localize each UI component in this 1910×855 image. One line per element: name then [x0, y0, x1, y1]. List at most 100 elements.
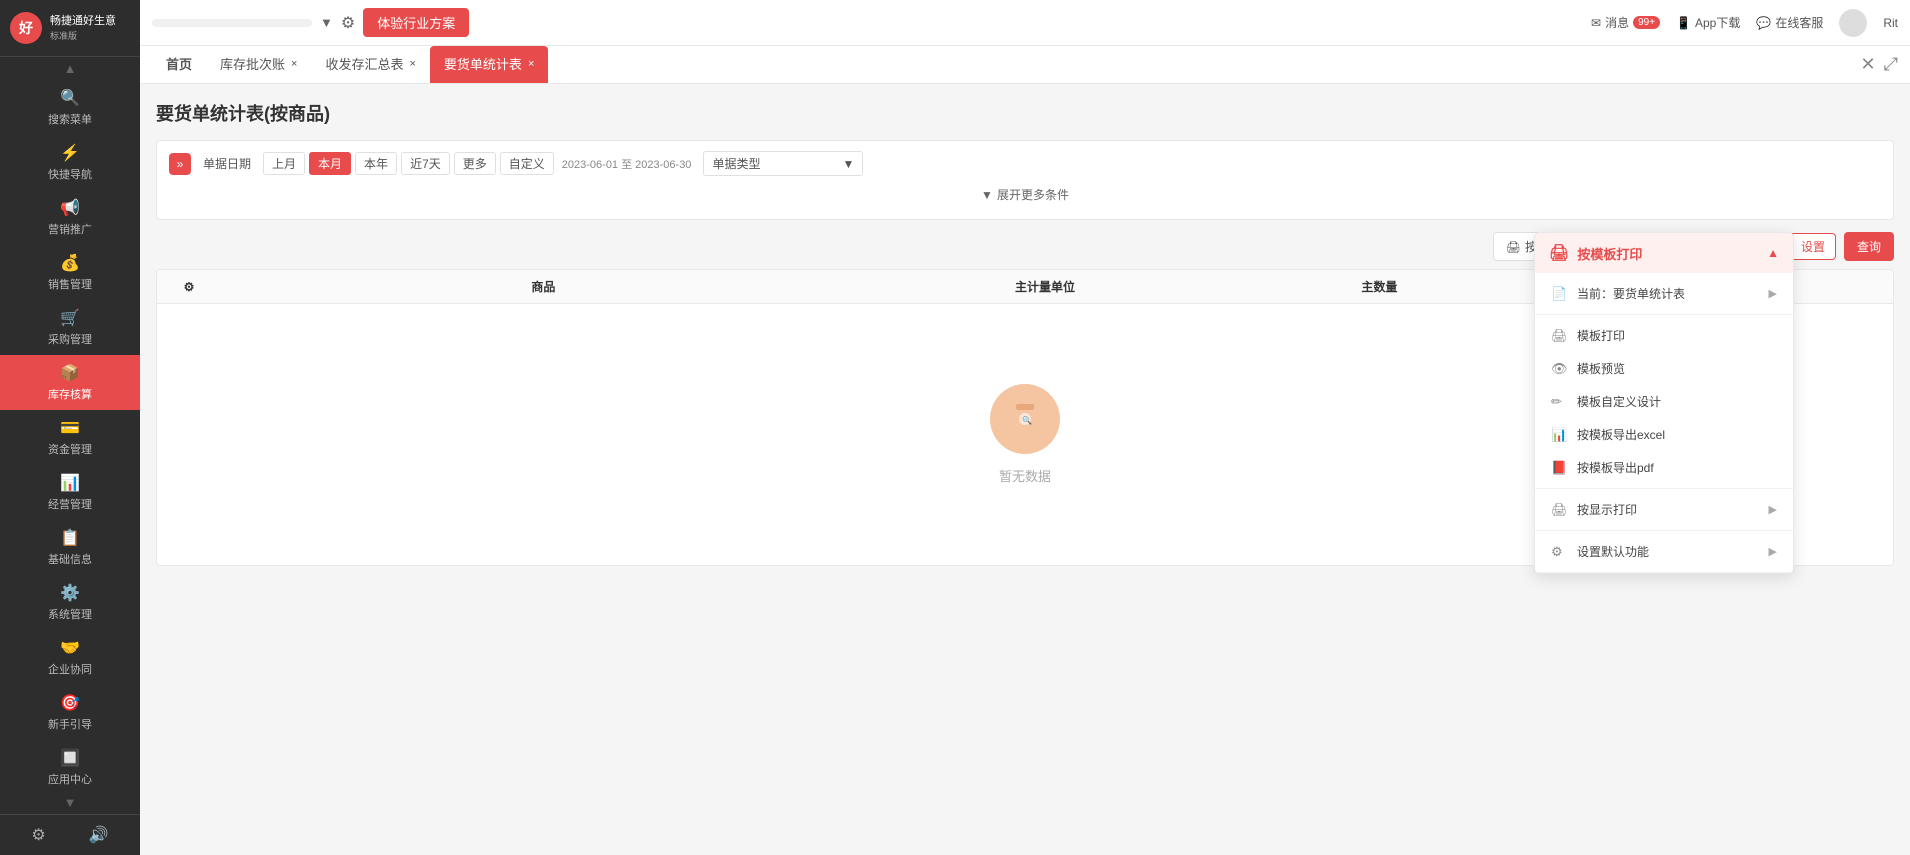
- expand-more-icon: ▼: [981, 188, 993, 202]
- sidebar-item-system[interactable]: ⚙️ 系统管理: [0, 575, 140, 630]
- dropdown-set-default[interactable]: ⚙ 设置默认功能 ▶: [1535, 535, 1793, 568]
- window-close-btn[interactable]: ✕: [1861, 54, 1876, 75]
- sidebar-item-guide[interactable]: 🎯 新手引导: [0, 685, 140, 740]
- date-btn-7days[interactable]: 近7天: [401, 152, 450, 175]
- tab-order-stats[interactable]: 要货单统计表 ×: [430, 46, 548, 83]
- topbar-search-box: [152, 19, 312, 27]
- online-service-button[interactable]: 💬 在线客服: [1756, 14, 1823, 31]
- empty-text: 暂无数据: [999, 466, 1051, 485]
- message-button[interactable]: ✉ 消息 99+: [1591, 14, 1660, 31]
- sidebar-item-label: 基础信息: [48, 551, 92, 567]
- dropdown-item-pdf[interactable]: 📕 按模板导出pdf: [1535, 451, 1793, 484]
- sidebar-item-purchase[interactable]: 🛒 采购管理: [0, 300, 140, 355]
- settings-footer-icon[interactable]: ⚙: [31, 825, 45, 845]
- dropdown-item-design-label: 模板自定义设计: [1577, 393, 1661, 410]
- table-header-unit: 主计量单位: [878, 278, 1212, 295]
- date-btn-custom[interactable]: 自定义: [500, 152, 554, 175]
- page-content: 要货单统计表(按商品) » 单据日期 上月 本月 本年 近7天 更多 自定义 2…: [140, 84, 1910, 855]
- display-print-left: 🖨 按显示打印: [1551, 501, 1637, 518]
- set-default-label: 设置默认功能: [1577, 543, 1649, 560]
- tab-home-label: 首页: [166, 54, 192, 73]
- dropdown-display-print[interactable]: 🖨 按显示打印 ▶: [1535, 493, 1793, 526]
- scroll-up-icon[interactable]: ▲: [0, 57, 140, 80]
- sidebar-item-label: 新手引导: [48, 716, 92, 732]
- template-preview-icon: 👁: [1551, 361, 1567, 377]
- system-icon: ⚙️: [60, 583, 80, 603]
- order-type-label: 单据类型: [712, 155, 760, 172]
- date-btn-this-month[interactable]: 本月: [309, 152, 351, 175]
- filter-row: » 单据日期 上月 本月 本年 近7天 更多 自定义 2023-06-01 至 …: [169, 151, 1881, 176]
- sales-icon: 💰: [60, 253, 80, 273]
- window-expand-btn[interactable]: ⤢: [1884, 54, 1898, 75]
- dropdown-current-item[interactable]: 📄 当前：要货单统计表 ▶: [1535, 277, 1793, 310]
- sidebar-item-appcenter[interactable]: 🔲 应用中心: [0, 740, 140, 791]
- dropdown-header[interactable]: 🖨 按模板打印 ▲: [1535, 233, 1793, 273]
- sidebar-item-quicknav[interactable]: ⚡ 快捷导航: [0, 135, 140, 190]
- dropdown-item-design[interactable]: ✏ 模板自定义设计: [1535, 385, 1793, 418]
- sidebar-item-marketing[interactable]: 📢 营销推广: [0, 190, 140, 245]
- app-badge: 标准版: [50, 29, 116, 42]
- dropdown-item-excel[interactable]: 📊 按模板导出excel: [1535, 418, 1793, 451]
- tab-bar: 首页 库存批次账 × 收发存汇总表 × 要货单统计表 × ✕ ⤢: [140, 46, 1910, 84]
- dropdown-current-section: 📄 当前：要货单统计表 ▶: [1535, 273, 1793, 315]
- template-print-icon: 🖨: [1551, 328, 1567, 344]
- topbar-gear-icon[interactable]: ⚙: [341, 13, 355, 33]
- filter-toggle-button[interactable]: »: [169, 153, 191, 175]
- topbar-dropdown-icon[interactable]: ▼: [320, 15, 333, 30]
- app-download-button[interactable]: 📱 App下载: [1676, 14, 1740, 31]
- marketing-icon: 📢: [60, 198, 80, 218]
- tab-inventory-batch-label: 库存批次账: [220, 54, 285, 73]
- display-arrow-icon: ▶: [1769, 503, 1777, 516]
- expand-more-button[interactable]: ▼ 展开更多条件: [169, 180, 1881, 209]
- sidebar-item-inventory[interactable]: 📦 库存核算: [0, 355, 140, 410]
- query-button[interactable]: 查询: [1844, 232, 1894, 261]
- sidebar-item-label: 采购管理: [48, 331, 92, 347]
- message-label: 消息: [1605, 14, 1629, 31]
- set-default-left: ⚙ 设置默认功能: [1551, 543, 1649, 560]
- display-print-label: 按显示打印: [1577, 501, 1637, 518]
- inventory-icon: 📦: [60, 363, 80, 383]
- dropdown-item-print[interactable]: 🖨 模板打印: [1535, 319, 1793, 352]
- select-chevron-icon: ▼: [843, 157, 855, 171]
- quicknav-icon: ⚡: [60, 143, 80, 163]
- topbar-actions: ✉ 消息 99+ 📱 App下载 💬 在线客服 Rit: [1591, 9, 1898, 37]
- sidebar-item-label: 快捷导航: [48, 166, 92, 182]
- settings-button[interactable]: 设置: [1790, 233, 1836, 260]
- trial-button[interactable]: 体验行业方案: [363, 8, 469, 37]
- sidebar-item-sales[interactable]: 💰 销售管理: [0, 245, 140, 300]
- date-btn-last-month[interactable]: 上月: [263, 152, 305, 175]
- svg-text:🔍: 🔍: [1022, 415, 1032, 425]
- print-icon: 🖨: [1506, 240, 1521, 254]
- tab-window-controls: ✕ ⤢: [1861, 54, 1910, 75]
- sidebar-item-label: 经营管理: [48, 496, 92, 512]
- tab-inventory-batch[interactable]: 库存批次账 ×: [206, 46, 311, 83]
- sidebar-item-basic-info[interactable]: 📋 基础信息: [0, 520, 140, 575]
- dropdown-items-section: 🖨 模板打印 👁 模板预览 ✏ 模板自定义设计 📊 按模板导出excel: [1535, 315, 1793, 489]
- order-type-select[interactable]: 单据类型 ▼: [703, 151, 863, 176]
- speaker-footer-icon[interactable]: 🔊: [89, 825, 109, 845]
- sidebar-item-finance[interactable]: 💳 资金管理: [0, 410, 140, 465]
- message-badge: 99+: [1633, 16, 1660, 29]
- operations-icon: 📊: [60, 473, 80, 493]
- date-btn-this-year[interactable]: 本年: [355, 152, 397, 175]
- tab-order-stats-close[interactable]: ×: [528, 58, 534, 70]
- toolbar: 🖨 按模板打印 ▲ ↑ 导出 ↺ 刷新 ··· 设置 查询: [156, 232, 1894, 261]
- current-template-icon: 📄: [1551, 286, 1567, 302]
- date-btn-more[interactable]: 更多: [454, 152, 496, 175]
- dropdown-item-pdf-label: 按模板导出pdf: [1577, 459, 1654, 476]
- dropdown-print-icon: 🖨: [1549, 243, 1569, 263]
- dropdown-header-left: 🖨 按模板打印: [1549, 243, 1642, 263]
- sidebar-item-operations[interactable]: 📊 经营管理: [0, 465, 140, 520]
- tab-inventory-batch-close[interactable]: ×: [291, 58, 297, 70]
- table-header-settings[interactable]: ⚙: [169, 280, 209, 294]
- logo-icon: 好: [10, 12, 42, 44]
- dropdown-item-preview[interactable]: 👁 模板预览: [1535, 352, 1793, 385]
- tab-home[interactable]: 首页: [152, 46, 206, 83]
- filter-bar: » 单据日期 上月 本月 本年 近7天 更多 自定义 2023-06-01 至 …: [156, 140, 1894, 220]
- tab-order-stats-label: 要货单统计表: [444, 54, 522, 73]
- tab-summary-close[interactable]: ×: [409, 58, 415, 70]
- scroll-down-icon[interactable]: ▼: [0, 791, 140, 814]
- sidebar-item-search[interactable]: 🔍 搜索菜单: [0, 80, 140, 135]
- sidebar-item-collab[interactable]: 🤝 企业协同: [0, 630, 140, 685]
- tab-summary[interactable]: 收发存汇总表 ×: [311, 46, 429, 83]
